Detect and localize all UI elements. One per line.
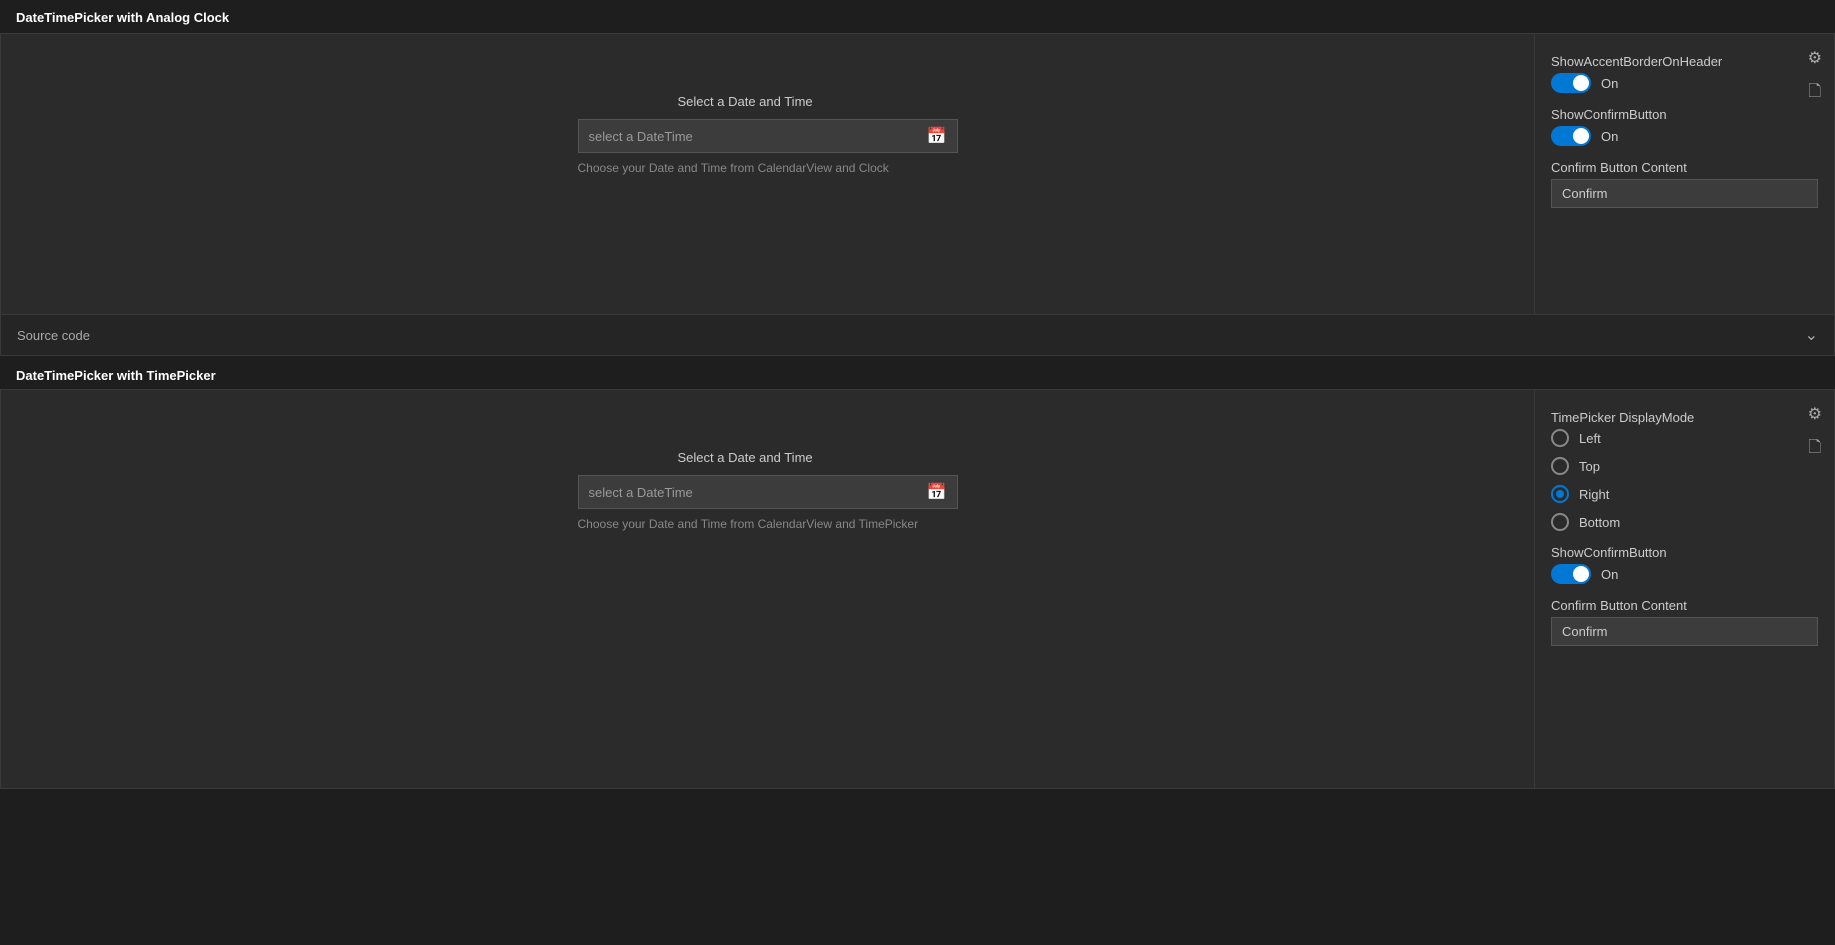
section1-content: Select a Date and Time select a DateTime… [1,34,1534,314]
section1-prop1-label: ShowAccentBorderOnHeader [1551,54,1818,69]
radio-left[interactable]: Left [1551,429,1818,447]
section2-card: Select a Date and Time select a DateTime… [0,389,1835,789]
section2-datetime-input[interactable]: select a DateTime 📅 [578,475,958,509]
section1-prop1-toggle-label: On [1601,76,1618,91]
section1-prop2-toggle[interactable] [1551,126,1591,146]
section1-card: Select a Date and Time select a DateTime… [0,33,1835,315]
section1-select-label: Select a Date and Time [678,94,813,109]
section2-prop1-group: TimePicker DisplayMode Left Top Right [1551,410,1818,531]
section1-prop3-group: Confirm Button Content [1551,160,1818,208]
radio-circle-bottom [1551,513,1569,531]
section2-prop2-toggle-label: On [1601,567,1618,582]
radio-label-left: Left [1579,431,1601,446]
radio-bottom[interactable]: Bottom [1551,513,1818,531]
section1-prop1-toggle[interactable] [1551,73,1591,93]
section1-input-text: select a DateTime [589,129,927,144]
section2-gear-icon[interactable]: ⚙ [1806,402,1824,426]
section1-sidebar: ⚙ 🗋 ShowAccentBorderOnHeader On ShowConf… [1534,34,1834,314]
section2-hint: Choose your Date and Time from CalendarV… [578,517,919,531]
section2-prop3-group: Confirm Button Content [1551,598,1818,646]
section1-prop3-label: Confirm Button Content [1551,160,1818,175]
section2-prop2-label: ShowConfirmButton [1551,545,1818,560]
section1-datetime-input[interactable]: select a DateTime 📅 [578,119,958,153]
section2-prop2-group: ShowConfirmButton On [1551,545,1818,584]
section2-prop3-label: Confirm Button Content [1551,598,1818,613]
section1-title: DateTimePicker with Analog Clock [0,0,1835,33]
section1-prop3-input[interactable] [1551,179,1818,208]
section2-prop1-label: TimePicker DisplayMode [1551,410,1818,425]
calendar-icon-1[interactable]: 📅 [927,126,947,146]
chevron-down-icon: ⌄ [1805,325,1818,345]
section2-prop2-toggle[interactable] [1551,564,1591,584]
section2-select-label: Select a Date and Time [678,450,813,465]
section2-file-icon[interactable]: 🗋 [1806,434,1824,465]
section1-prop2-group: ShowConfirmButton On [1551,107,1818,146]
section1-prop1-group: ShowAccentBorderOnHeader On [1551,54,1818,93]
section1-hint: Choose your Date and Time from CalendarV… [578,161,889,175]
source-code-label: Source code [17,328,90,343]
radio-right[interactable]: Right [1551,485,1818,503]
radio-label-right: Right [1579,487,1609,502]
section2-content: Select a Date and Time select a DateTime… [1,390,1534,788]
section2-sidebar: ⚙ 🗋 TimePicker DisplayMode Left Top [1534,390,1834,788]
radio-top[interactable]: Top [1551,457,1818,475]
radio-label-bottom: Bottom [1579,515,1620,530]
source-code-bar[interactable]: Source code ⌄ [0,315,1835,356]
section1-file-icon[interactable]: 🗋 [1806,78,1824,109]
section1-prop2-toggle-label: On [1601,129,1618,144]
section2-prop3-input[interactable] [1551,617,1818,646]
radio-circle-left [1551,429,1569,447]
section1-gear-icon[interactable]: ⚙ [1806,46,1824,70]
calendar-icon-2[interactable]: 📅 [927,482,947,502]
section1-prop2-label: ShowConfirmButton [1551,107,1818,122]
section2-input-text: select a DateTime [589,485,927,500]
radio-circle-right [1551,485,1569,503]
radio-circle-top [1551,457,1569,475]
radio-label-top: Top [1579,459,1600,474]
section2-title: DateTimePicker with TimePicker [0,356,1835,389]
